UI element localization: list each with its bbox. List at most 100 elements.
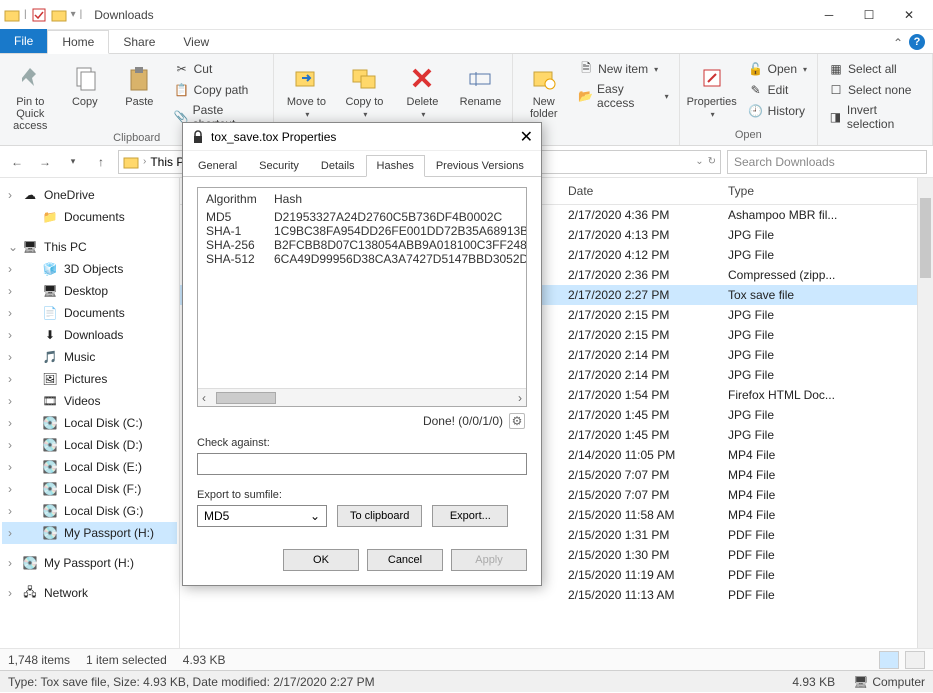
collapse-ribbon-icon[interactable]: ⌃ bbox=[893, 36, 903, 50]
status-size: 4.93 KB bbox=[183, 653, 226, 667]
select-all-button[interactable]: ▦Select all bbox=[824, 60, 926, 78]
tree-documents[interactable]: 📁Documents bbox=[2, 206, 177, 228]
copy-path-button[interactable]: 📋Copy path bbox=[170, 81, 268, 99]
navigation-tree[interactable]: ☁OneDrive 📁Documents 🖥This PC 🧊3D Object… bbox=[0, 178, 180, 648]
apply-button[interactable]: Apply bbox=[451, 549, 527, 571]
open-button[interactable]: 🔓Open▾ bbox=[744, 60, 811, 78]
new-folder-icon bbox=[528, 62, 560, 94]
vertical-scrollbar[interactable] bbox=[917, 178, 933, 648]
maximize-button[interactable]: ☐ bbox=[849, 0, 889, 30]
table-row[interactable]: 2/15/2020 11:13 AMPDF File bbox=[180, 585, 917, 605]
properties-dialog: tox_save.tox Properties ✕ General Securi… bbox=[182, 122, 542, 586]
copy-button[interactable]: Copy bbox=[61, 60, 110, 108]
invert-selection-button[interactable]: ◨Invert selection bbox=[824, 102, 926, 132]
tree-network[interactable]: 🖧Network bbox=[2, 582, 177, 604]
qat-checkbox-icon[interactable] bbox=[31, 7, 47, 23]
rename-button[interactable]: Rename bbox=[454, 60, 506, 108]
tab-share[interactable]: Share bbox=[109, 31, 169, 53]
dialog-tab-details[interactable]: Details bbox=[310, 155, 366, 177]
properties-button[interactable]: Properties▾ bbox=[686, 60, 738, 119]
search-input[interactable]: Search Downloads bbox=[727, 150, 927, 174]
cancel-button[interactable]: Cancel bbox=[367, 549, 443, 571]
hash-horizontal-scrollbar[interactable]: ‹› bbox=[198, 388, 526, 406]
qat-dropdown-icon[interactable]: ▾ bbox=[71, 9, 76, 20]
edit-button[interactable]: ✎Edit bbox=[744, 81, 811, 99]
hash-row[interactable]: SHA-256B2FCBB8D07C138054ABB9A018100C3FF2… bbox=[206, 238, 526, 252]
hash-row[interactable]: SHA-11C9BC38FA954DD26FE001DD72B35A68913B… bbox=[206, 224, 526, 238]
tree-pictures[interactable]: 🖼Pictures bbox=[2, 368, 177, 390]
address-dropdown-icon[interactable]: ⌄ bbox=[695, 156, 703, 167]
ok-button[interactable]: OK bbox=[283, 549, 359, 571]
refresh-icon[interactable]: ↻ bbox=[708, 156, 716, 167]
tree-this-pc[interactable]: 🖥This PC bbox=[2, 236, 177, 258]
minimize-button[interactable]: ─ bbox=[809, 0, 849, 30]
forward-button[interactable]: → bbox=[34, 151, 56, 173]
copy-to-button[interactable]: Copy to▾ bbox=[338, 60, 390, 119]
tab-file[interactable]: File bbox=[0, 29, 47, 53]
paste-button[interactable]: Paste bbox=[115, 60, 164, 108]
tree-local-disk-d[interactable]: 💽Local Disk (D:) bbox=[2, 434, 177, 456]
gear-icon[interactable]: ⚙ bbox=[509, 413, 525, 429]
tree-3d-objects[interactable]: 🧊3D Objects bbox=[2, 258, 177, 280]
easy-access-button[interactable]: 📂Easy access▾ bbox=[574, 81, 673, 111]
file-type: JPG File bbox=[720, 227, 880, 243]
tree-my-passport-h2[interactable]: 💽My Passport (H:) bbox=[2, 552, 177, 574]
select-none-button[interactable]: ☐Select none bbox=[824, 81, 926, 99]
history-button[interactable]: 🕘History bbox=[744, 102, 811, 120]
move-to-button[interactable]: Move to▾ bbox=[280, 60, 332, 119]
new-item-button[interactable]: 🗎New item▾ bbox=[574, 60, 673, 78]
select-all-icon: ▦ bbox=[828, 61, 844, 77]
network-icon: 🖧 bbox=[22, 585, 38, 601]
dialog-tab-general[interactable]: General bbox=[187, 155, 248, 177]
file-type: JPG File bbox=[720, 327, 880, 343]
back-button[interactable]: ← bbox=[6, 151, 28, 173]
dialog-tab-previous-versions[interactable]: Previous Versions bbox=[425, 155, 535, 177]
tree-local-disk-c[interactable]: 💽Local Disk (C:) bbox=[2, 412, 177, 434]
to-clipboard-button[interactable]: To clipboard bbox=[337, 505, 422, 527]
pin-to-quick-access-button[interactable]: Pin to Quick access bbox=[6, 60, 55, 132]
column-type[interactable]: Type bbox=[720, 182, 880, 200]
delete-button[interactable]: Delete▾ bbox=[396, 60, 448, 119]
view-details-button[interactable] bbox=[879, 651, 899, 669]
history-icon: 🕘 bbox=[748, 103, 764, 119]
tree-local-disk-f[interactable]: 💽Local Disk (F:) bbox=[2, 478, 177, 500]
tree-documents[interactable]: 📄Documents bbox=[2, 302, 177, 324]
cut-button[interactable]: ✂Cut bbox=[170, 60, 268, 78]
up-button[interactable]: ↑ bbox=[90, 151, 112, 173]
view-icons-button[interactable] bbox=[905, 651, 925, 669]
dialog-tab-hashes[interactable]: Hashes bbox=[366, 155, 425, 177]
file-date: 2/15/2020 7:07 PM bbox=[560, 467, 720, 483]
easy-access-icon: 📂 bbox=[578, 88, 593, 104]
new-folder-button[interactable]: New folder bbox=[519, 60, 568, 120]
cut-icon: ✂ bbox=[174, 61, 190, 77]
tree-downloads[interactable]: ⬇Downloads bbox=[2, 324, 177, 346]
dialog-close-button[interactable]: ✕ bbox=[520, 127, 533, 147]
tree-local-disk-g[interactable]: 💽Local Disk (G:) bbox=[2, 500, 177, 522]
export-algo-combobox[interactable]: MD5⌄ bbox=[197, 505, 327, 527]
dialog-tab-security[interactable]: Security bbox=[248, 155, 310, 177]
tab-view[interactable]: View bbox=[169, 31, 223, 53]
hash-row[interactable]: MD5D21953327A24D2760C5B736DF4B0002C bbox=[206, 210, 526, 224]
tree-desktop[interactable]: 🖥Desktop bbox=[2, 280, 177, 302]
folder-icon bbox=[4, 7, 20, 23]
file-date: 2/15/2020 1:30 PM bbox=[560, 547, 720, 563]
hash-row[interactable]: SHA-5126CA49D99956D38CA3A7427D5147BBD305… bbox=[206, 252, 526, 266]
close-button[interactable]: ✕ bbox=[889, 0, 929, 30]
tab-home[interactable]: Home bbox=[47, 30, 109, 54]
hash-column-algorithm: Algorithm bbox=[206, 192, 274, 206]
tree-local-disk-e[interactable]: 💽Local Disk (E:) bbox=[2, 456, 177, 478]
breadcrumb[interactable]: This P bbox=[150, 155, 184, 169]
tree-onedrive[interactable]: ☁OneDrive bbox=[2, 184, 177, 206]
column-date[interactable]: Date bbox=[560, 182, 720, 200]
dialog-title-bar[interactable]: tox_save.tox Properties ✕ bbox=[183, 123, 541, 151]
check-against-label: Check against: bbox=[197, 437, 527, 449]
tree-videos[interactable]: 🎞Videos bbox=[2, 390, 177, 412]
tree-my-passport-h[interactable]: 💽My Passport (H:) bbox=[2, 522, 177, 544]
help-icon[interactable]: ? bbox=[909, 34, 925, 50]
qat-folder-icon[interactable] bbox=[51, 7, 67, 23]
check-against-input[interactable] bbox=[197, 453, 527, 475]
recent-button[interactable]: ▾ bbox=[62, 151, 84, 173]
tree-music[interactable]: 🎵Music bbox=[2, 346, 177, 368]
file-date: 2/17/2020 1:45 PM bbox=[560, 427, 720, 443]
export-button[interactable]: Export... bbox=[432, 505, 508, 527]
